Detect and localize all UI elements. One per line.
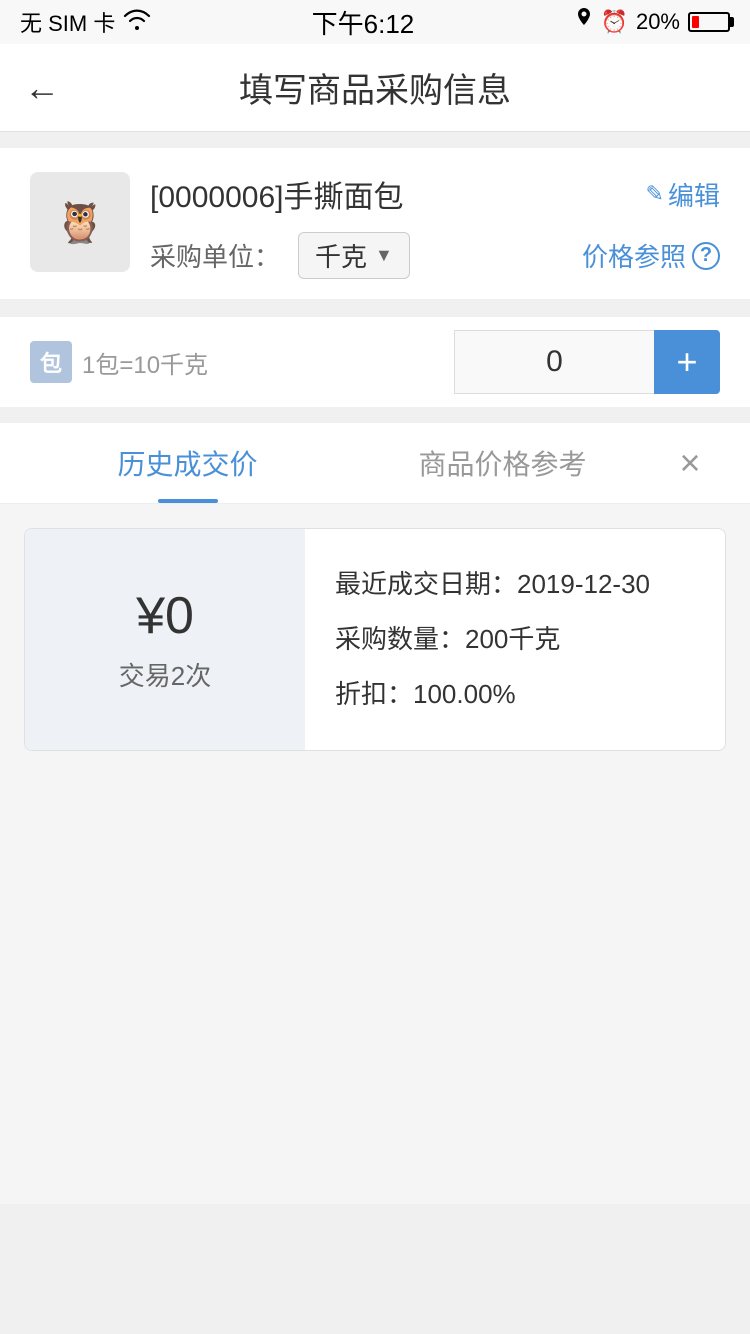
tab-reference[interactable]: 商品价格参考 — [345, 423, 660, 503]
location-icon — [575, 8, 593, 36]
divider-1 — [0, 299, 750, 315]
unit-box: 包 — [30, 341, 72, 383]
price-ref-button[interactable]: 价格参照 ? — [582, 237, 720, 274]
quantity-unit-info: 包 1包=10千克 — [30, 341, 208, 383]
tab-reference-label: 商品价格参考 — [418, 443, 586, 483]
tabs-container: 历史成交价 商品价格参考 × — [0, 423, 750, 504]
discount-label: 折扣： — [335, 679, 413, 709]
alarm-icon: ⏰ — [601, 9, 628, 35]
content-area: ¥0 交易2次 最近成交日期：2019-12-30 采购数量：200千克 折扣：… — [0, 504, 750, 1204]
product-image: 🦉 — [30, 172, 130, 272]
tab-history[interactable]: 历史成交价 — [30, 423, 345, 503]
discount-row: 折扣：100.00% — [335, 675, 695, 714]
unit-desc: 1包=10千克 — [82, 345, 208, 380]
product-info: [0000006]手撕面包 ✎ 编辑 采购单位： 千克 ▼ 价格参照 ? — [150, 172, 720, 279]
unit-value: 千克 — [315, 237, 367, 274]
price-trade-count: 交易2次 — [119, 656, 211, 693]
purchase-qty-value: 200千克 — [465, 624, 560, 654]
status-left: 无 SIM 卡 — [20, 6, 151, 38]
tab-active-indicator — [158, 499, 218, 503]
unit-label: 采购单位： — [150, 237, 280, 274]
price-right: 最近成交日期：2019-12-30 采购数量：200千克 折扣：100.00% — [305, 529, 725, 750]
edit-label: 编辑 — [668, 176, 720, 213]
product-card: 🦉 [0000006]手撕面包 ✎ 编辑 采购单位： 千克 ▼ — [0, 148, 750, 299]
status-right: ⏰ 20% — [575, 8, 730, 36]
wifi-icon — [123, 8, 151, 36]
quantity-input[interactable]: 0 — [454, 330, 654, 394]
price-card: ¥0 交易2次 最近成交日期：2019-12-30 采购数量：200千克 折扣：… — [24, 528, 726, 751]
recent-date-row: 最近成交日期：2019-12-30 — [335, 565, 695, 604]
divider-2 — [0, 407, 750, 423]
nav-bar: ← 填写商品采购信息 — [0, 44, 750, 132]
unit-select[interactable]: 千克 ▼ — [298, 232, 410, 279]
help-icon: ? — [692, 242, 720, 270]
price-left: ¥0 交易2次 — [25, 529, 305, 750]
price-amount: ¥0 — [136, 586, 194, 646]
edit-icon: ✎ — [646, 181, 664, 207]
recent-date-value: 2019-12-30 — [517, 569, 650, 599]
quantity-bar: 包 1包=10千克 0 + — [0, 317, 750, 407]
unit-arrow-icon: ▼ — [375, 245, 393, 266]
status-bar: 无 SIM 卡 下午6:12 ⏰ 20% — [0, 0, 750, 44]
close-button[interactable]: × — [660, 423, 720, 503]
sim-text: 无 SIM 卡 — [20, 6, 115, 38]
recent-date-label: 最近成交日期： — [335, 569, 517, 599]
tab-history-label: 历史成交价 — [117, 443, 257, 483]
price-ref-label: 价格参照 — [582, 237, 686, 274]
quantity-plus-button[interactable]: + — [654, 330, 720, 394]
battery-icon — [688, 12, 730, 32]
product-logo: 🦉 — [55, 199, 105, 246]
purchase-qty-label: 采购数量： — [335, 624, 465, 654]
back-button[interactable]: ← — [24, 67, 60, 109]
product-name: [0000006]手撕面包 — [150, 172, 403, 216]
quantity-input-row: 0 + — [454, 330, 720, 394]
page-title: 填写商品采购信息 — [239, 63, 511, 112]
purchase-qty-row: 采购数量：200千克 — [335, 620, 695, 659]
status-time: 下午6:12 — [312, 4, 415, 41]
battery-percent: 20% — [636, 9, 680, 35]
edit-button[interactable]: ✎ 编辑 — [646, 176, 720, 213]
discount-value: 100.00% — [413, 679, 516, 709]
